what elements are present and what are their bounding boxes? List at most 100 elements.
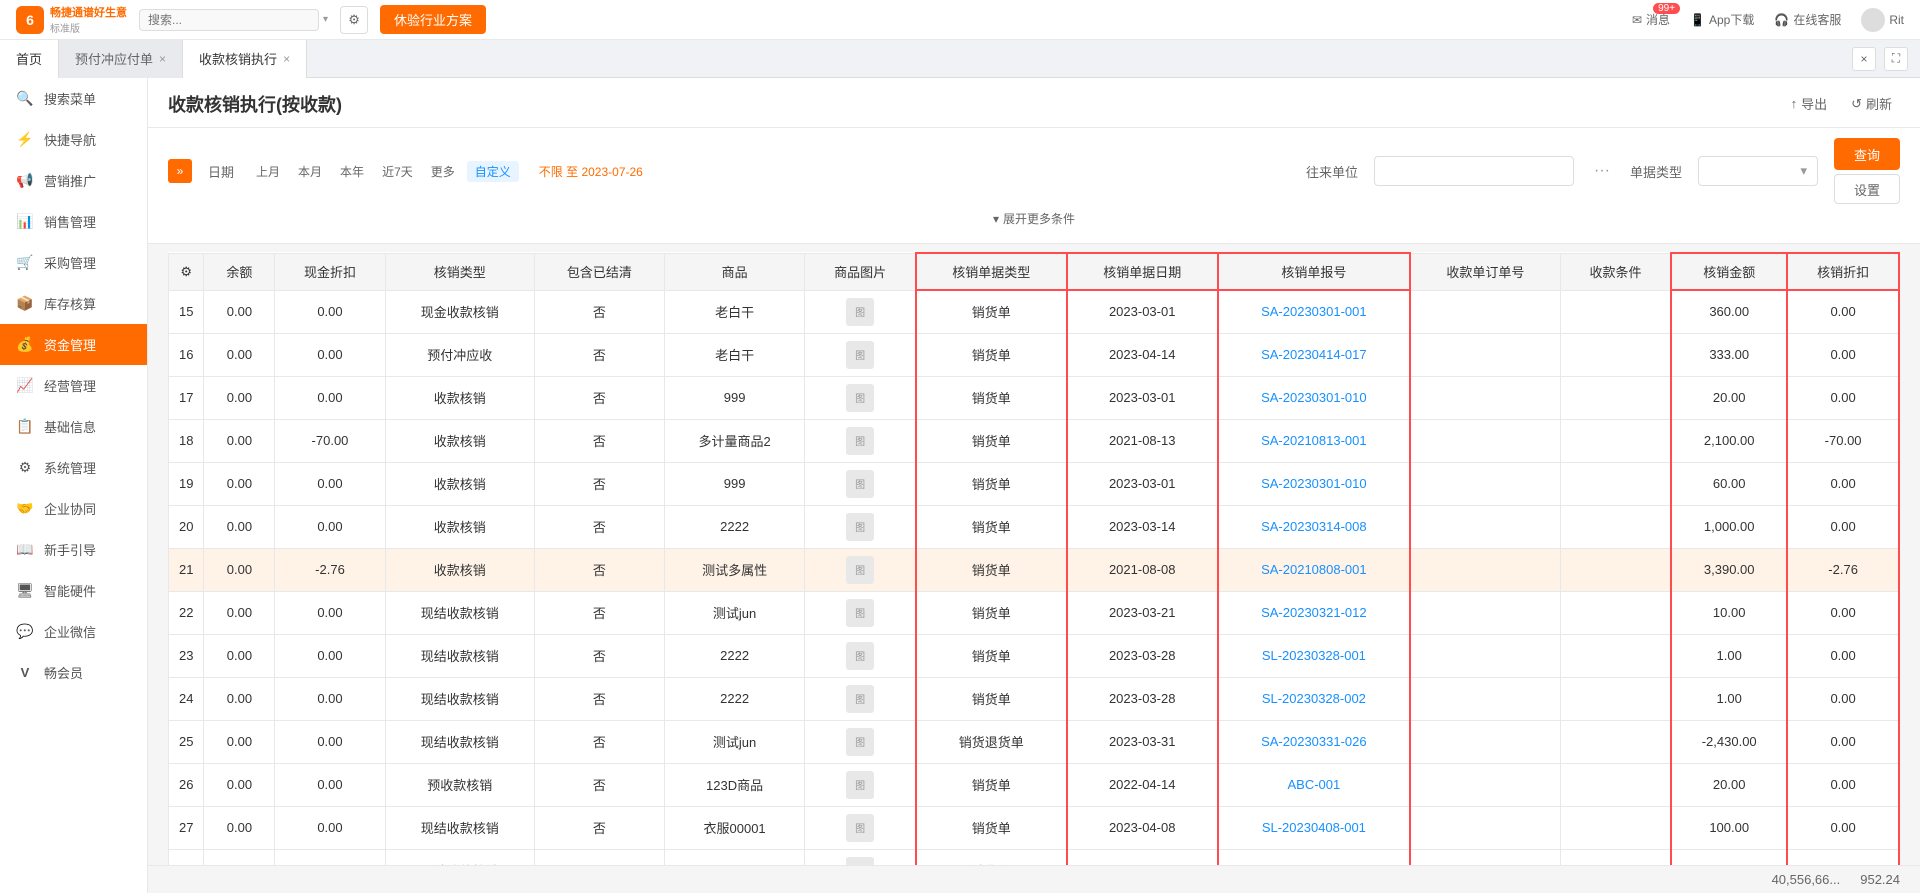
receipt-condition-cell	[1560, 591, 1671, 634]
tab-home[interactable]: 首页	[0, 40, 59, 78]
cancel-amount-cell: 100.00	[1671, 806, 1787, 849]
cancel-bill-no-link[interactable]: SA-20210808-001	[1261, 562, 1367, 577]
sidebar-item-beginner[interactable]: 📖 新手引导	[0, 529, 147, 570]
sidebar-item-marketing[interactable]: 📢 营销推广	[0, 160, 147, 201]
sidebar-item-system[interactable]: ⚙ 系统管理	[0, 447, 147, 488]
sidebar-item-quick-nav[interactable]: ⚡ 快捷导航	[0, 119, 147, 160]
filter-expand-button[interactable]: »	[168, 159, 192, 183]
cancel-bill-no-cell[interactable]: SA-20230321-012	[1218, 591, 1410, 634]
cancel-bill-no-cell[interactable]: SL-20230328-002	[1218, 677, 1410, 720]
finance-icon: 💰	[16, 336, 34, 354]
cancel-bill-no-link[interactable]: SL-20230328-001	[1262, 648, 1366, 663]
col-receipt-order-no: 收款单订单号	[1410, 253, 1560, 290]
expand-more-row[interactable]: ▾ 展开更多条件	[168, 204, 1900, 233]
cancel-bill-no-cell[interactable]: SL-20230418-001	[1218, 849, 1410, 865]
receipt-order-no-cell	[1410, 677, 1560, 720]
cancel-bill-type-cell: 销货单	[916, 419, 1067, 462]
sidebar-item-hardware[interactable]: 🖥 智能硬件	[0, 570, 147, 611]
cancel-bill-no-link[interactable]: SA-20230414-017	[1261, 347, 1367, 362]
tab-receipt-cancel-close[interactable]: ×	[283, 52, 290, 66]
cancel-bill-no-link[interactable]: SA-20210813-001	[1261, 433, 1367, 448]
last-month-btn[interactable]: 上月	[250, 161, 286, 182]
tab-fullscreen-button[interactable]: ⛶	[1884, 47, 1908, 71]
cancel-bill-no-cell[interactable]: SL-20230408-001	[1218, 806, 1410, 849]
cancel-bill-no-cell[interactable]: SL-20230328-001	[1218, 634, 1410, 677]
sidebar-label-sales: 销售管理	[44, 212, 96, 231]
include-settled-cell: 否	[534, 505, 664, 548]
cancel-bill-no-link[interactable]: ABC-001	[1287, 777, 1340, 792]
tab-prepay-close[interactable]: ×	[159, 52, 166, 66]
cancel-bill-no-link[interactable]: SA-20230321-012	[1261, 605, 1367, 620]
cancel-bill-no-cell[interactable]: SA-20230301-010	[1218, 376, 1410, 419]
enterprise-icon: 🤝	[16, 500, 34, 518]
online-service-button[interactable]: 🎧 在线客服	[1774, 11, 1841, 28]
from-unit-label: 往来单位	[1306, 162, 1358, 181]
row-id-cell: 28	[169, 849, 204, 865]
cancel-bill-no-cell[interactable]: SA-20230301-001	[1218, 290, 1410, 333]
settings-button[interactable]: 设置	[1834, 174, 1900, 204]
row-id-cell: 20	[169, 505, 204, 548]
receipt-type-select[interactable]: ▾	[1698, 156, 1818, 186]
cancel-bill-no-cell[interactable]: SA-20230314-008	[1218, 505, 1410, 548]
cancel-bill-no-link[interactable]: SA-20230301-001	[1261, 304, 1367, 319]
sidebar-item-wechat[interactable]: 💬 企业微信	[0, 611, 147, 652]
receipt-condition-cell	[1560, 720, 1671, 763]
cancel-discount-cell: 0.00	[1787, 505, 1899, 548]
sidebar-item-enterprise[interactable]: 🤝 企业协同	[0, 488, 147, 529]
top-search-input[interactable]	[139, 9, 319, 31]
cancel-amount-cell: 2,100.00	[1671, 419, 1787, 462]
data-table: ⚙ 余额 现金折扣 核销类型 包含已结清 商品 商品图片 核销单据类型 核销单据…	[168, 252, 1900, 865]
cancel-bill-no-cell[interactable]: SA-20210808-001	[1218, 548, 1410, 591]
industry-button[interactable]: 休验行业方案	[380, 5, 486, 34]
cancel-bill-no-link[interactable]: SA-20230301-010	[1261, 476, 1367, 491]
sidebar-item-vip[interactable]: V 畅会员	[0, 652, 147, 693]
tab-receipt-cancel[interactable]: 收款核销执行 ×	[183, 40, 307, 78]
system-icon: ⚙	[16, 459, 34, 477]
app-download-button[interactable]: 📱 App下载	[1690, 11, 1754, 28]
cancel-bill-no-link[interactable]: SL-20230328-002	[1262, 691, 1366, 706]
export-button[interactable]: ↑ 导出	[1783, 90, 1836, 117]
more-date-btn[interactable]: 更多	[425, 161, 461, 182]
footer-total-amount: 40,556,66...	[1772, 872, 1841, 887]
cancel-bill-no-link[interactable]: SL-20230408-001	[1262, 820, 1366, 835]
tab-prepay[interactable]: 预付冲应付单 ×	[59, 40, 183, 78]
query-button[interactable]: 查询	[1834, 138, 1900, 170]
page-header: 收款核销执行(按收款) ↑ 导出 ↺ 刷新	[148, 78, 1920, 128]
cancel-bill-no-link[interactable]: SA-20230314-008	[1261, 519, 1367, 534]
sidebar-item-inventory[interactable]: 📦 库存核算	[0, 283, 147, 324]
messages-button[interactable]: ✉ 消息 99+	[1632, 11, 1670, 28]
cancel-bill-no-cell[interactable]: SA-20230414-017	[1218, 333, 1410, 376]
gear-button[interactable]: ⚙	[340, 6, 368, 34]
cancel-bill-no-link[interactable]: SA-20230331-026	[1261, 734, 1367, 749]
cancel-type-cell: 现结收款核销	[385, 634, 534, 677]
tab-close-all-button[interactable]: ×	[1852, 47, 1876, 71]
message-count-badge: 99+	[1653, 3, 1680, 14]
cancel-bill-no-link[interactable]: SA-20230301-010	[1261, 390, 1367, 405]
sidebar-item-finance[interactable]: 💰 资金管理	[0, 324, 147, 365]
cancel-discount-cell: 0.00	[1787, 462, 1899, 505]
this-month-btn[interactable]: 本月	[292, 161, 328, 182]
cancel-bill-type-cell: 销货单	[916, 849, 1067, 865]
sidebar-item-purchase[interactable]: 🛒 采购管理	[0, 242, 147, 283]
user-menu[interactable]: Rit	[1861, 8, 1904, 32]
cancel-bill-no-cell[interactable]: SA-20210813-001	[1218, 419, 1410, 462]
sidebar-item-basics[interactable]: 📋 基础信息	[0, 406, 147, 447]
this-year-btn[interactable]: 本年	[334, 161, 370, 182]
cancel-bill-no-cell[interactable]: ABC-001	[1218, 763, 1410, 806]
refresh-button[interactable]: ↺ 刷新	[1843, 90, 1900, 117]
custom-date-btn[interactable]: 自定义	[467, 161, 519, 182]
sidebar-item-search[interactable]: 🔍 搜索菜单	[0, 78, 147, 119]
table-row: 27 0.00 0.00 现结收款核销 否 衣服00001 图 销货单 2023…	[169, 806, 1900, 849]
table-row: 20 0.00 0.00 收款核销 否 2222 图 销货单 2023-03-1…	[169, 505, 1900, 548]
cancel-bill-no-cell[interactable]: SA-20230331-026	[1218, 720, 1410, 763]
sidebar-item-business[interactable]: 📈 经营管理	[0, 365, 147, 406]
cancel-amount-cell: 333.00	[1671, 333, 1787, 376]
sidebar-item-sales[interactable]: 📊 销售管理	[0, 201, 147, 242]
last-7days-btn[interactable]: 近7天	[376, 161, 419, 182]
col-settings[interactable]: ⚙	[169, 253, 204, 290]
cash-discount-cell: 0.00	[275, 376, 385, 419]
dropdown-arrow-icon[interactable]: ▾	[323, 14, 328, 25]
refresh-icon: ↺	[1851, 96, 1862, 112]
from-unit-input[interactable]	[1374, 156, 1574, 186]
cancel-bill-no-cell[interactable]: SA-20230301-010	[1218, 462, 1410, 505]
